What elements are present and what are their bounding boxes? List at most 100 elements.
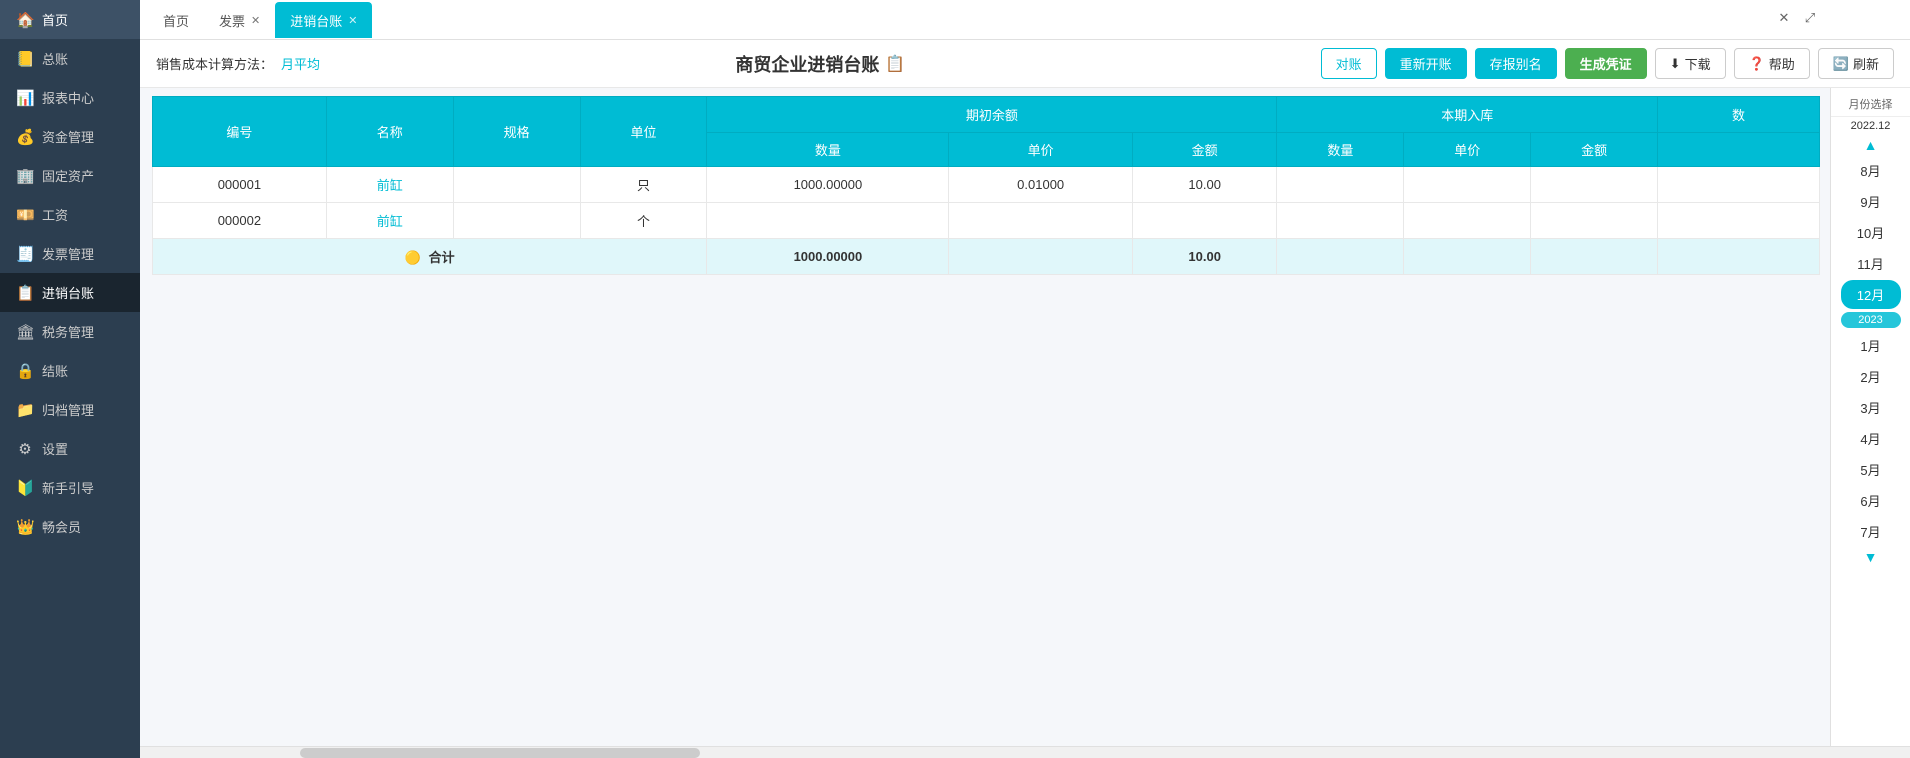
total-open-price — [949, 239, 1133, 275]
table-row: 000002 前缸 个 — [153, 203, 1820, 239]
sidebar-item-label: 设置 — [42, 439, 68, 458]
row1-code: 000001 — [153, 167, 327, 203]
tab-invoice-close[interactable]: ✕ — [251, 14, 260, 27]
row2-in-amount — [1531, 203, 1658, 239]
page-title: 商贸企业进销台账 — [735, 51, 879, 77]
sidebar-item-invoice-mgmt[interactable]: 🧾 发票管理 — [0, 234, 140, 273]
sidebar-item-member[interactable]: 👑 畅会员 — [0, 507, 140, 546]
month-8[interactable]: 8月 — [1841, 156, 1901, 185]
sidebar-item-closing[interactable]: 🔒 结账 — [0, 351, 140, 390]
scroll-up-button[interactable]: ▲ — [1857, 135, 1885, 155]
scroll-down-button[interactable]: ▼ — [1857, 547, 1885, 567]
closing-icon: 🔒 — [16, 362, 34, 380]
help-button[interactable]: ❓ 帮助 — [1734, 48, 1810, 79]
sidebar-item-label: 税务管理 — [42, 322, 94, 341]
generate-voucher-button[interactable]: 生成凭证 — [1565, 48, 1647, 79]
total-icon: 🟡 — [405, 250, 421, 265]
settings-icon: ⚙ — [16, 440, 34, 458]
sidebar-item-tax[interactable]: 🏛 税务管理 — [0, 312, 140, 351]
home-icon: 🏠 — [16, 11, 34, 29]
sidebar-item-purchase-sale[interactable]: 📋 进销台账 — [0, 273, 140, 312]
year-2023-marker: 2023 — [1841, 312, 1901, 328]
sidebar-item-ledger[interactable]: 📒 总账 — [0, 39, 140, 78]
total-row: 🟡 合计 1000.00000 10.00 — [153, 239, 1820, 275]
help-icon: ❓ — [1749, 56, 1765, 72]
col-sub-open-qty: 数量 — [707, 133, 949, 167]
assets-icon: 🏢 — [16, 167, 34, 185]
reopen-button[interactable]: 重新开账 — [1385, 48, 1467, 79]
tab-home[interactable]: 首页 — [148, 2, 204, 38]
help-label: 帮助 — [1769, 54, 1795, 73]
maximize-button[interactable]: ⤢ — [1800, 8, 1820, 28]
sidebar-item-salary[interactable]: 💴 工资 — [0, 195, 140, 234]
month-2023-5[interactable]: 5月 — [1841, 455, 1901, 484]
toolbar: 销售成本计算方法： 月平均 商贸企业进销台账 📋 对账 重新开账 存报别名 生成… — [140, 40, 1910, 88]
total-in-price — [1404, 239, 1531, 275]
funds-icon: 💰 — [16, 128, 34, 146]
month-9[interactable]: 9月 — [1841, 187, 1901, 216]
total-label: 🟡 合计 — [153, 239, 707, 275]
tab-purchase-sale-close[interactable]: ✕ — [348, 14, 357, 27]
row1-in-amount — [1531, 167, 1658, 203]
total-more — [1658, 239, 1820, 275]
tab-invoice[interactable]: 发票 ✕ — [204, 2, 275, 38]
row2-open-amount — [1132, 203, 1277, 239]
col-sub-in-qty: 数量 — [1277, 133, 1404, 167]
col-sub-open-price: 单价 — [949, 133, 1133, 167]
sidebar-item-home[interactable]: 🏠 首页 — [0, 0, 140, 39]
sidebar-item-label: 畅会员 — [42, 517, 81, 536]
month-11[interactable]: 11月 — [1841, 249, 1901, 278]
sidebar-item-label: 资金管理 — [42, 127, 94, 146]
total-open-qty: 1000.00000 — [707, 239, 949, 275]
col-sub-in-price: 单价 — [1404, 133, 1531, 167]
sidebar: 🏠 首页 📒 总账 📊 报表中心 💰 资金管理 🏢 固定资产 💴 工资 🧾 发票… — [0, 0, 140, 758]
horizontal-scrollbar[interactable] — [140, 746, 1910, 758]
month-2023-2[interactable]: 2月 — [1841, 362, 1901, 391]
action-buttons: 对账 重新开账 存报别名 生成凭证 ⬇ 下载 ❓ 帮助 — [1321, 48, 1894, 79]
month-2023-7[interactable]: 7月 — [1841, 517, 1901, 546]
guide-icon: 🔰 — [16, 479, 34, 497]
sidebar-item-assets[interactable]: 🏢 固定资产 — [0, 156, 140, 195]
refresh-icon: 🔄 — [1833, 56, 1849, 72]
col-sub-more — [1658, 133, 1820, 167]
sidebar-item-reports[interactable]: 📊 报表中心 — [0, 78, 140, 117]
reconcile-button[interactable]: 对账 — [1321, 48, 1377, 79]
cost-method-section: 销售成本计算方法： 月平均 — [156, 54, 320, 73]
row1-spec — [453, 167, 580, 203]
col-header-code: 编号 — [153, 97, 327, 167]
month-selector-panel: 月份选择 2022.12 ▲ 8月 9月 10月 11月 12月 2023 1月… — [1830, 88, 1910, 746]
sidebar-item-funds[interactable]: 💰 资金管理 — [0, 117, 140, 156]
page-title-section: 商贸企业进销台账 📋 — [735, 51, 905, 77]
col-sub-in-amount: 金额 — [1531, 133, 1658, 167]
month-2023-3[interactable]: 3月 — [1841, 393, 1901, 422]
month-2023-1[interactable]: 1月 — [1841, 331, 1901, 360]
save-as-label: 存报别名 — [1490, 54, 1542, 73]
invoice-mgmt-icon: 🧾 — [16, 245, 34, 263]
row1-name[interactable]: 前缸 — [326, 167, 453, 203]
month-selector-title: 月份选择 — [1831, 92, 1910, 117]
sidebar-item-archive[interactable]: 📁 归档管理 — [0, 390, 140, 429]
row1-open-qty: 1000.00000 — [707, 167, 949, 203]
col-header-name: 名称 — [326, 97, 453, 167]
close-button[interactable]: ✕ — [1774, 8, 1794, 28]
sidebar-item-guide[interactable]: 🔰 新手引导 — [0, 468, 140, 507]
sidebar-item-label: 总账 — [42, 49, 68, 68]
sidebar-item-settings[interactable]: ⚙ 设置 — [0, 429, 140, 468]
row1-open-price: 0.01000 — [949, 167, 1133, 203]
row2-name[interactable]: 前缸 — [326, 203, 453, 239]
month-10[interactable]: 10月 — [1841, 218, 1901, 247]
row2-spec — [453, 203, 580, 239]
tab-purchase-sale[interactable]: 进销台账 ✕ — [275, 2, 372, 38]
window-controls: ✕ ⤢ — [1774, 8, 1820, 28]
month-12[interactable]: 12月 — [1841, 280, 1901, 309]
refresh-button[interactable]: 🔄 刷新 — [1818, 48, 1894, 79]
col-header-more: 数 — [1658, 97, 1820, 133]
download-button[interactable]: ⬇ 下载 — [1655, 48, 1726, 79]
col-header-inbound: 本期入库 — [1277, 97, 1658, 133]
sidebar-item-label: 工资 — [42, 205, 68, 224]
month-2023-4[interactable]: 4月 — [1841, 424, 1901, 453]
year-2022-label: 2022.12 — [1831, 117, 1910, 135]
tab-purchase-sale-label: 进销台账 — [290, 11, 342, 30]
save-as-button[interactable]: 存报别名 — [1475, 48, 1557, 79]
month-2023-6[interactable]: 6月 — [1841, 486, 1901, 515]
